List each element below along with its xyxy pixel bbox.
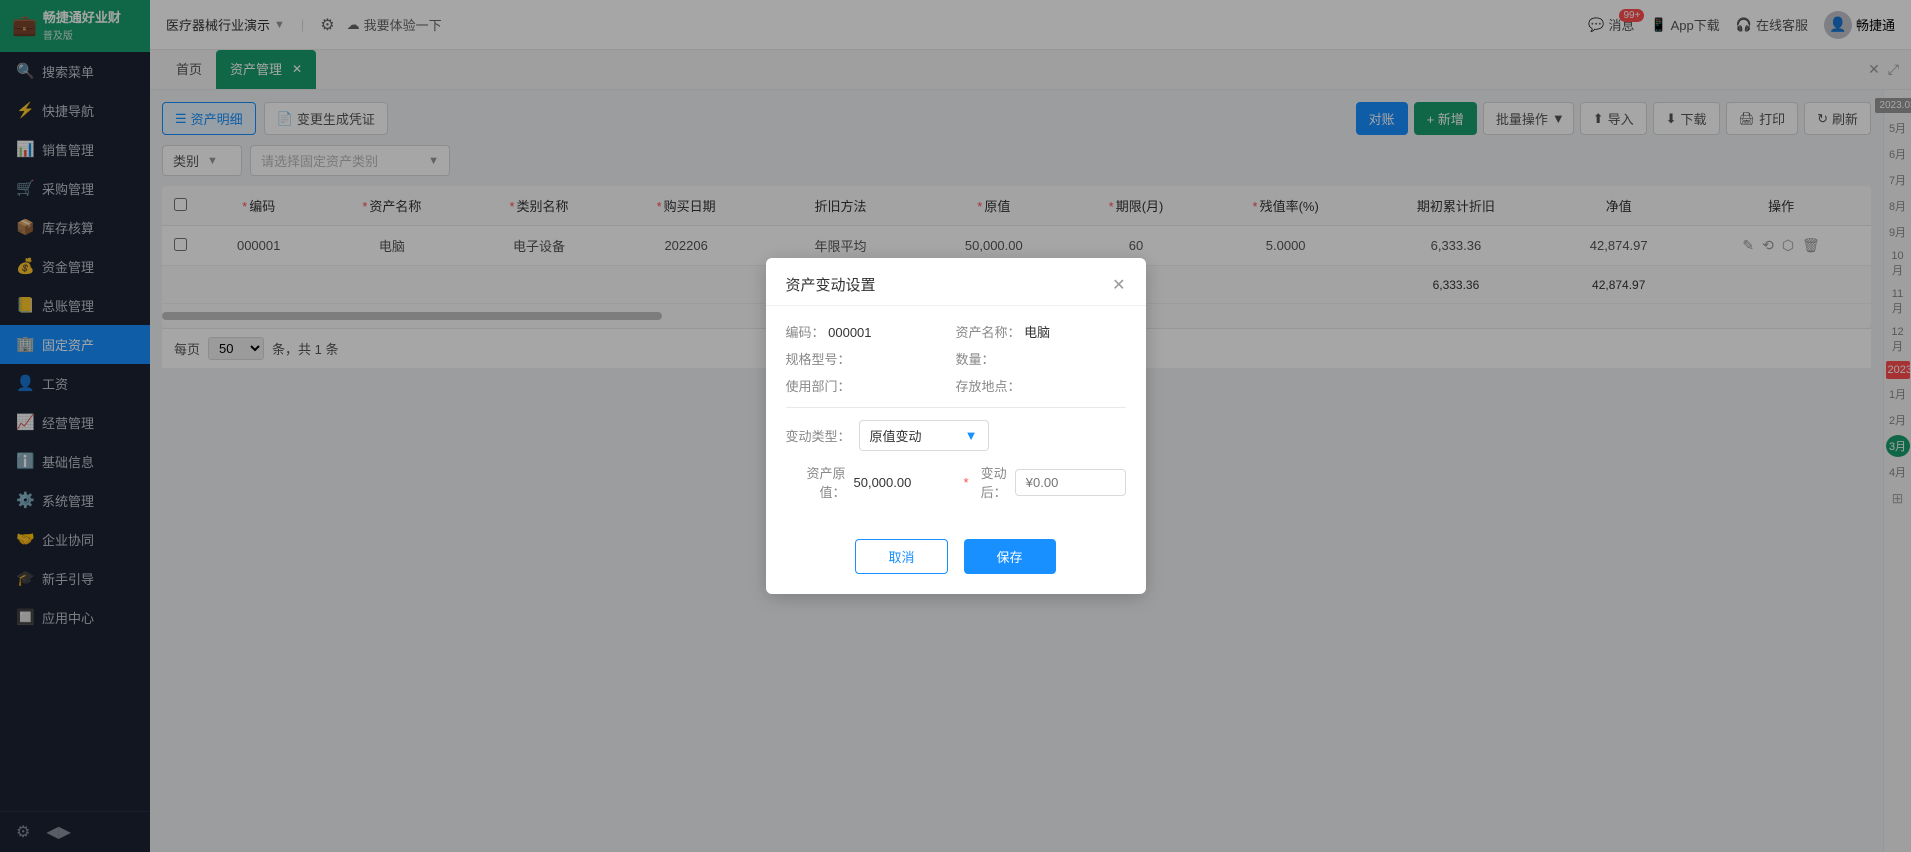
dialog-change-type-field: 变动类型： 原值变动 ▼ [786, 420, 1126, 451]
dialog-model-item: 规格型号： [786, 349, 956, 368]
change-type-label: 变动类型： [786, 426, 851, 445]
dialog-name-value: 电脑 [1024, 325, 1050, 340]
dialog-storage-label: 存放地点： [956, 379, 1021, 394]
dialog-storage-item: 存放地点： [956, 376, 1126, 395]
dialog-original-value-field: 资产原值： 50,000.00 * 变动后： [786, 463, 1126, 501]
change-type-value: 原值变动 [870, 426, 922, 445]
dialog-code-label: 编码： [786, 325, 825, 340]
dialog-body: 编码： 000001 资产名称： 电脑 规格型号： 数量： 使用部门： [766, 306, 1146, 529]
asset-change-dialog: 资产变动设置 ✕ 编码： 000001 资产名称： 电脑 规格型号： 数量： [766, 258, 1146, 594]
dialog-info-grid: 编码： 000001 资产名称： 电脑 规格型号： 数量： 使用部门： [786, 322, 1126, 408]
modal-overlay[interactable]: 资产变动设置 ✕ 编码： 000001 资产名称： 电脑 规格型号： 数量： [0, 0, 1911, 852]
cancel-button[interactable]: 取消 [855, 539, 947, 574]
change-type-chevron-icon: ▼ [965, 428, 978, 443]
original-value-label: 资产原值： [786, 463, 846, 501]
dialog-quantity-label: 数量： [956, 352, 995, 367]
dialog-name-item: 资产名称： 电脑 [956, 322, 1126, 341]
after-value-input[interactable] [1015, 469, 1126, 496]
after-label: 变动后： [981, 463, 1007, 501]
dialog-quantity-item: 数量： [956, 349, 1126, 368]
dialog-title: 资产变动设置 [786, 274, 876, 295]
dialog-department-item: 使用部门： [786, 376, 956, 395]
dialog-name-label: 资产名称： [956, 325, 1021, 340]
dialog-close-icon[interactable]: ✕ [1112, 275, 1125, 295]
dialog-header: 资产变动设置 ✕ [766, 258, 1146, 306]
dialog-code-value: 000001 [828, 325, 871, 340]
original-value-value: 50,000.00 [854, 475, 944, 490]
change-type-select[interactable]: 原值变动 ▼ [859, 420, 989, 451]
dialog-model-label: 规格型号： [786, 352, 851, 367]
save-button[interactable]: 保存 [964, 539, 1056, 574]
required-star: * [964, 475, 969, 490]
dialog-department-label: 使用部门： [786, 379, 851, 394]
dialog-footer: 取消 保存 [766, 529, 1146, 594]
dialog-code-item: 编码： 000001 [786, 322, 956, 341]
